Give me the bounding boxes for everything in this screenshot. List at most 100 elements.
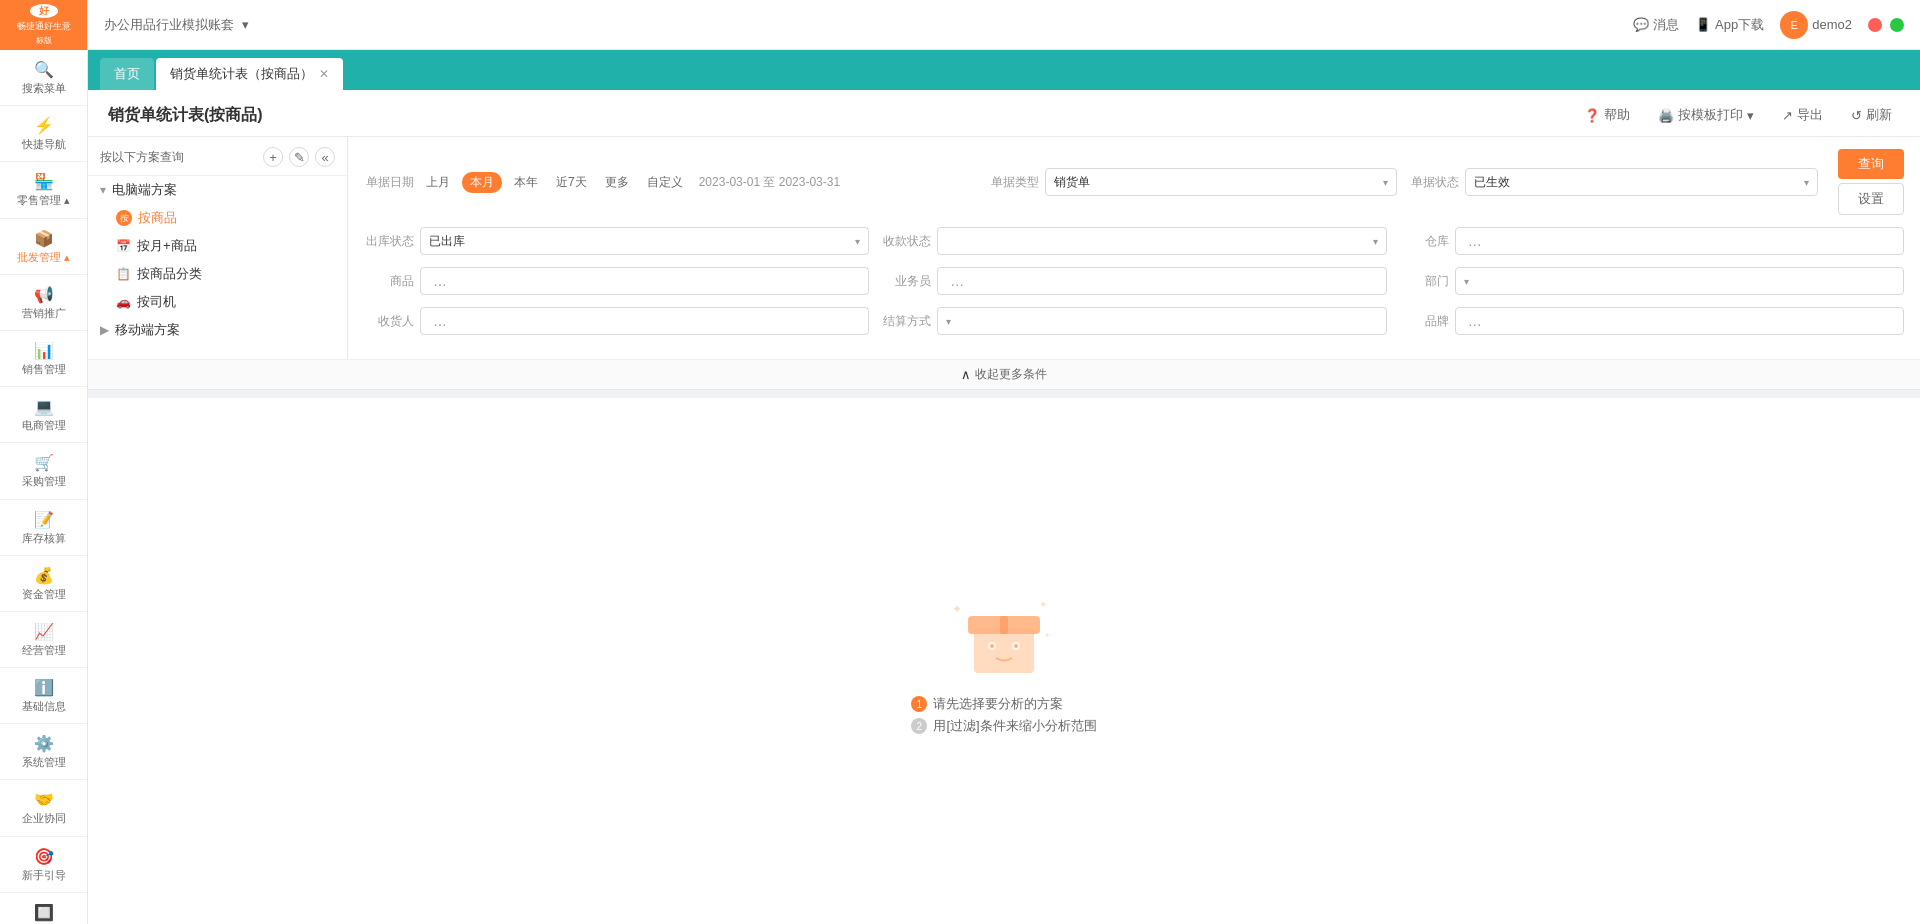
sidebar-item-2[interactable]: 🏪零售管理 ▴ <box>0 162 87 218</box>
print-icon: 🖨️ <box>1658 108 1674 123</box>
user-menu[interactable]: E demo2 <box>1780 11 1852 39</box>
sidebar-item-6[interactable]: 💻电商管理 <box>0 387 87 443</box>
sidebar-icon-2: 🏪 <box>34 172 54 191</box>
tab-report[interactable]: 销货单统计表（按商品） ✕ <box>156 58 343 90</box>
user-avatar-text: E <box>1791 19 1798 31</box>
filter-section: 按以下方案查询 + ✎ « ▾ 电脑端方案 按 按商品 📅 <box>88 137 1920 390</box>
refresh-btn[interactable]: ↺ 刷新 <box>1843 102 1900 128</box>
app-download-btn[interactable]: 📱 App下载 <box>1695 16 1764 34</box>
sidebar-icon-10: 📈 <box>34 622 54 641</box>
sidebar-label-9: 资金管理 <box>22 588 66 601</box>
filter-department-select[interactable]: ▾ <box>1455 267 1904 295</box>
filter-salesperson-select[interactable]: … <box>937 267 1386 295</box>
empty-tip-1-text: 请先选择要分析的方案 <box>933 695 1063 713</box>
page-title: 销货单统计表(按商品) <box>108 105 263 126</box>
filter-recipient-select[interactable]: … <box>420 307 869 335</box>
tab-close-icon[interactable]: ✕ <box>319 67 329 81</box>
sidebar-item-14[interactable]: 🎯 新手引导 <box>0 837 87 893</box>
sidebar-label-11: 基础信息 <box>22 700 66 713</box>
sidebar-icon-14: 🎯 <box>34 847 54 866</box>
tree-item-by-goods[interactable]: 按 按商品 <box>88 204 347 232</box>
dropdown-icon[interactable]: ▾ <box>242 17 249 32</box>
filter-out-status-select[interactable]: 已出库 ▾ <box>420 227 869 255</box>
sidebar-item-9[interactable]: 💰资金管理 <box>0 556 87 612</box>
window-close-btn[interactable]: ✕ <box>1868 18 1882 32</box>
message-btn[interactable]: 💬 消息 <box>1633 16 1679 34</box>
sidebar-item-0[interactable]: 🔍搜索菜单 <box>0 50 87 106</box>
filter-payment-arrow: ▾ <box>1373 236 1378 247</box>
window-maximize-btn[interactable]: ⊞ <box>1890 18 1904 32</box>
date-btn-more[interactable]: 更多 <box>599 172 635 193</box>
sidebar-item-7[interactable]: 🛒采购管理 <box>0 443 87 499</box>
sidebar-item-3[interactable]: 📦 批发管理 ▴ <box>0 219 87 275</box>
tree-section-pc[interactable]: ▾ 电脑端方案 <box>88 176 347 204</box>
filter-bill-status-select[interactable]: 已生效 ▾ <box>1465 168 1818 196</box>
filter-salesperson-item: 业务员 … <box>881 267 1386 295</box>
tab-home[interactable]: 首页 <box>100 58 154 90</box>
filter-brand-item: 品牌 … <box>1399 307 1904 335</box>
sidebar-icon-13: 🤝 <box>34 790 54 809</box>
filter-salesperson-label: 业务员 <box>881 273 931 290</box>
sidebar-label-14: 新手引导 <box>22 869 66 882</box>
svg-text:✦: ✦ <box>952 602 962 616</box>
date-btn-this-month[interactable]: 本月 <box>462 172 502 193</box>
filter-bill-type-value: 销货单 <box>1054 174 1090 191</box>
sidebar-label-7: 采购管理 <box>22 475 66 488</box>
export-btn[interactable]: ↗ 导出 <box>1774 102 1831 128</box>
sidebar-label-0: 搜索菜单 <box>22 82 66 95</box>
sidebar-icon-3: 📦 <box>34 229 54 248</box>
collapse-row[interactable]: ∧ 收起更多条件 <box>88 359 1920 389</box>
tree-edit-btn[interactable]: ✎ <box>289 147 309 167</box>
filter-settlement-arrow: ▾ <box>946 316 951 327</box>
date-btn-custom[interactable]: 自定义 <box>641 172 689 193</box>
sidebar-icon-12: ⚙️ <box>34 734 54 753</box>
sidebar-item-11[interactable]: ℹ️基础信息 <box>0 668 87 724</box>
sidebar: 好 畅捷通好生意 标版 🔍搜索菜单⚡快捷导航🏪零售管理 ▴📦批发管理 ▴📢营销推… <box>0 0 88 924</box>
export-label: 导出 <box>1797 106 1823 124</box>
tree-section-mobile[interactable]: ▶ 移动端方案 <box>88 316 347 344</box>
sidebar-icon-1: ⚡ <box>34 116 54 135</box>
tree-expand-icon: ▾ <box>100 183 106 197</box>
sidebar-item-15[interactable]: 🔲应用中心 <box>0 893 87 924</box>
sidebar-item-10[interactable]: 📈经营管理 <box>0 612 87 668</box>
date-btn-this-year[interactable]: 本年 <box>508 172 544 193</box>
filter-bill-status-label: 单据状态 <box>1409 174 1459 191</box>
empty-svg: ✦ ✦ ✦ <box>944 583 1064 683</box>
print-btn[interactable]: 🖨️ 按模板打印 ▾ <box>1650 102 1762 128</box>
tree-item-by-driver[interactable]: 🚗 按司机 <box>88 288 347 316</box>
sidebar-item-8[interactable]: 📝库存核算 <box>0 500 87 556</box>
filter-warehouse-label: 仓库 <box>1399 233 1449 250</box>
sidebar-item-5[interactable]: 📊销售管理 <box>0 331 87 387</box>
tree-item-icon-driver: 🚗 <box>116 295 131 309</box>
tree-collapse-btn[interactable]: « <box>315 147 335 167</box>
filter-brand-select[interactable]: … <box>1455 307 1904 335</box>
sidebar-item-13[interactable]: 🤝企业协同 <box>0 780 87 836</box>
filter-goods-select[interactable]: … <box>420 267 869 295</box>
date-btn-7days[interactable]: 近7天 <box>550 172 593 193</box>
svg-rect-2 <box>1000 616 1008 634</box>
tree-item-by-category[interactable]: 📋 按商品分类 <box>88 260 347 288</box>
setting-btn[interactable]: 设置 <box>1838 183 1904 215</box>
sidebar-label-3: 批发管理 ▴ <box>17 251 70 264</box>
filter-out-status-value: 已出库 <box>429 233 465 250</box>
filter-payment-select[interactable]: ▾ <box>937 227 1386 255</box>
help-icon: ❓ <box>1584 108 1600 123</box>
filter-settlement-select[interactable]: ▾ <box>937 307 1386 335</box>
sidebar-item-1[interactable]: ⚡快捷导航 <box>0 106 87 162</box>
sidebar-item-12[interactable]: ⚙️系统管理 <box>0 724 87 780</box>
tree-add-btn[interactable]: + <box>263 147 283 167</box>
logo-text: 畅捷通好生意 <box>17 20 71 33</box>
filter-warehouse-select[interactable]: … <box>1455 227 1904 255</box>
sidebar-item-4[interactable]: 📢营销推广 <box>0 275 87 331</box>
filter-bill-type-label: 单据类型 <box>989 174 1039 191</box>
query-btn[interactable]: 查询 <box>1838 149 1904 179</box>
app-download-label: App下载 <box>1715 16 1764 34</box>
filter-payment-label: 收款状态 <box>881 233 931 250</box>
help-btn[interactable]: ❓ 帮助 <box>1576 102 1638 128</box>
date-btn-last-month[interactable]: 上月 <box>420 172 456 193</box>
filter-bill-type-select[interactable]: 销货单 ▾ <box>1045 168 1398 196</box>
tree-item-by-month-goods[interactable]: 📅 按月+商品 <box>88 232 347 260</box>
filter-date-control: 上月 本月 本年 近7天 更多 自定义 2023-03-01 至 2023-03… <box>420 172 977 193</box>
tree-panel: 按以下方案查询 + ✎ « ▾ 电脑端方案 按 按商品 📅 <box>88 137 348 359</box>
sidebar-icon-4: 📢 <box>34 285 54 304</box>
